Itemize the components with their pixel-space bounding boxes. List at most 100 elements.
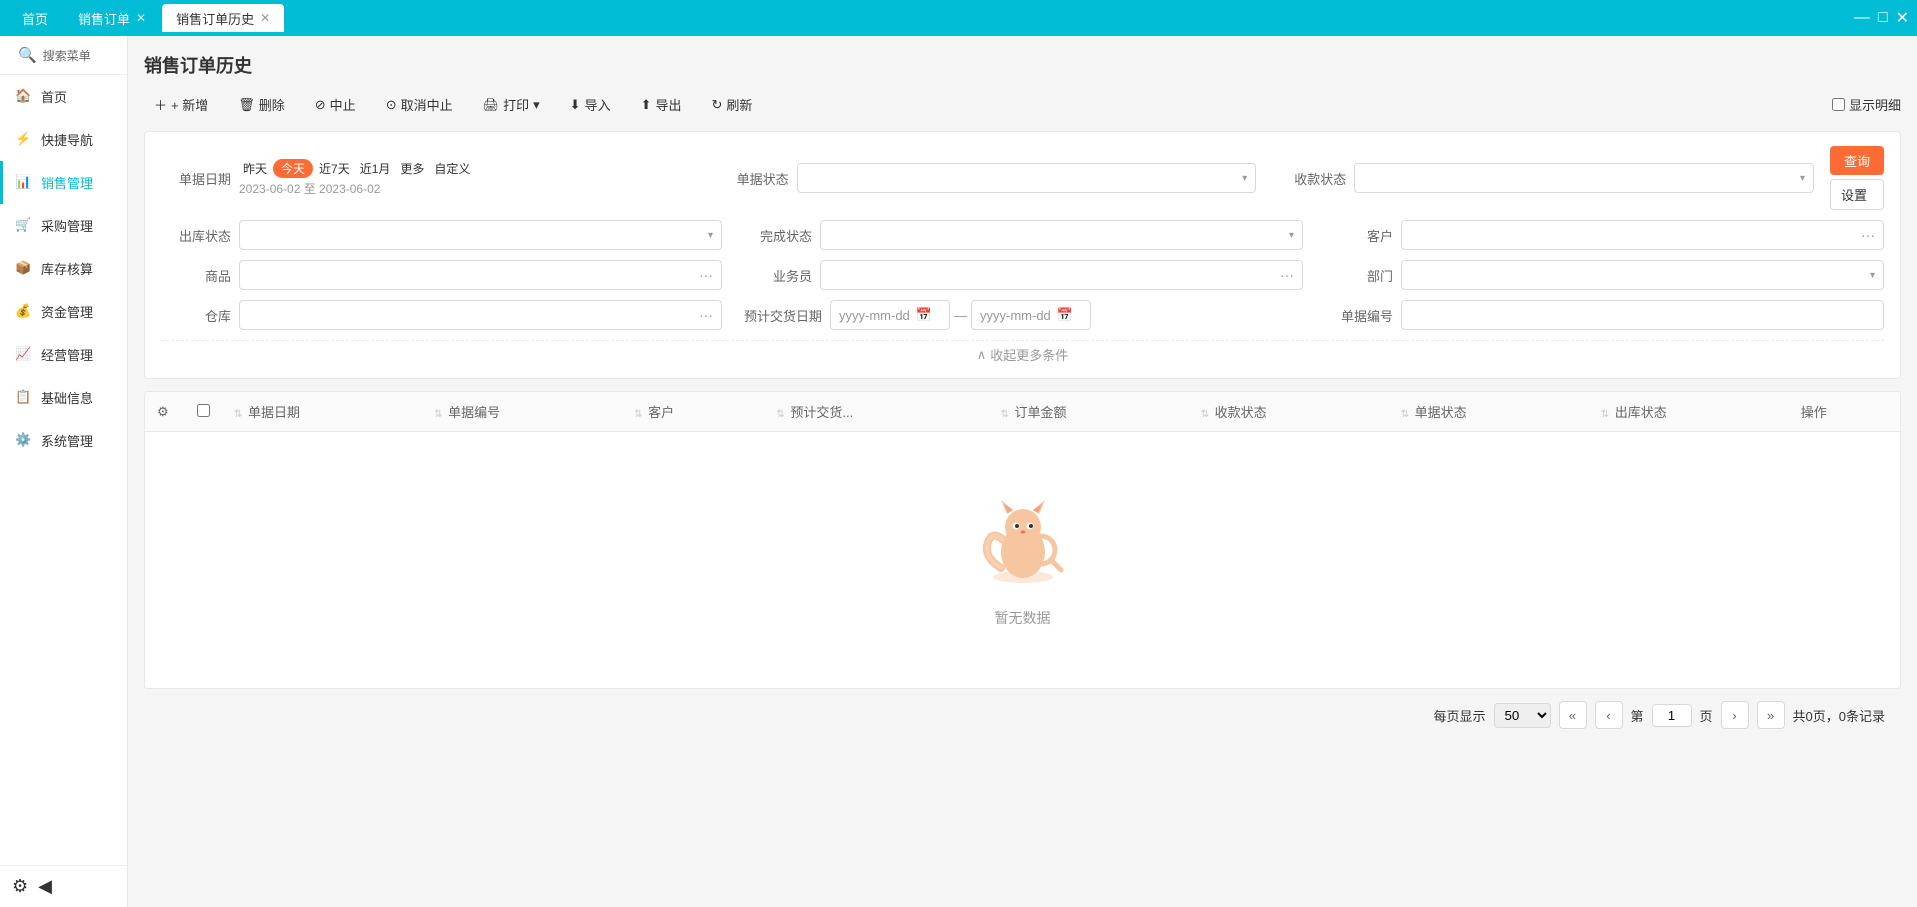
data-table-container: ⚙ ⇅ 单据日期 ⇅ 单据编号 <box>144 391 1901 689</box>
tab-sales-order-history[interactable]: 销售订单历史 ✕ <box>162 4 284 32</box>
display-detail-toggle[interactable]: 显示明细 <box>1832 95 1901 114</box>
collapse-row[interactable]: ∧ 收起更多条件 <box>161 340 1884 364</box>
sort-receipt-icon: ⇅ <box>1201 409 1209 420</box>
date-separator: — <box>954 308 967 323</box>
top-bar: 首页 销售订单 ✕ 销售订单历史 ✕ — □ ✕ <box>0 0 1917 36</box>
out-status-control[interactable]: ▾ <box>239 220 722 250</box>
filter-customer-item: 客户 ··· <box>1323 220 1884 250</box>
stop-button[interactable]: ⊘ 中止 <box>305 90 366 119</box>
complete-status-control[interactable]: ▾ <box>820 220 1303 250</box>
tab-home[interactable]: 首页 <box>8 4 62 32</box>
date-7days[interactable]: 近7天 <box>315 160 354 177</box>
refresh-button[interactable]: ↻ 刷新 <box>702 90 763 119</box>
date-more[interactable]: 更多 <box>396 160 428 177</box>
sidebar-item-purchase[interactable]: 🛒 采购管理 <box>0 204 127 247</box>
th-date[interactable]: ⇅ 单据日期 <box>222 392 422 432</box>
close-tab-sales-order[interactable]: ✕ <box>136 11 146 25</box>
filter-row-4: 仓库 ··· 预计交货日期 yyyy-mm-dd 📅 — yyyy-mm-dd <box>161 300 1884 330</box>
select-all-checkbox[interactable] <box>197 404 210 417</box>
first-page-icon: « <box>1569 708 1576 723</box>
home-icon: 🏠 <box>15 88 33 106</box>
settings-button[interactable]: 设置 <box>1830 179 1884 210</box>
sidebar-search[interactable]: 🔍 搜索菜单 <box>0 36 127 75</box>
bill-status-arrow: ▾ <box>1242 173 1247 184</box>
th-amount[interactable]: ⇅ 订单金额 <box>989 392 1189 432</box>
bill-no-control[interactable] <box>1401 300 1884 330</box>
settings-bottom-icon[interactable]: ⚙ <box>12 876 28 897</box>
maximize-button[interactable]: □ <box>1878 9 1888 27</box>
collapse-sidebar-icon[interactable]: ◀ <box>38 876 52 897</box>
cancel-stop-icon: ⊙ <box>386 97 397 113</box>
minimize-button[interactable]: — <box>1854 9 1870 27</box>
export-button[interactable]: ⬆ 导出 <box>631 90 692 119</box>
th-no[interactable]: ⇅ 单据编号 <box>422 392 622 432</box>
query-button[interactable]: 查询 <box>1830 146 1884 175</box>
expected-date-from[interactable]: yyyy-mm-dd 📅 <box>830 300 950 330</box>
page-number-input[interactable] <box>1652 704 1692 727</box>
cancel-stop-button[interactable]: ⊙ 取消中止 <box>376 90 463 119</box>
tab-sales-order[interactable]: 销售订单 ✕ <box>64 4 160 32</box>
sidebar-item-base[interactable]: 📋 基础信息 <box>0 376 127 419</box>
th-settings[interactable]: ⚙ <box>145 392 185 432</box>
expected-date-to[interactable]: yyyy-mm-dd 📅 <box>971 300 1091 330</box>
prev-page-icon: ‹ <box>1606 708 1610 723</box>
date-today[interactable]: 今天 <box>273 159 313 178</box>
sidebar-item-operations[interactable]: 📈 经营管理 <box>0 333 127 376</box>
page-size-select[interactable]: 50 20 100 <box>1494 703 1551 728</box>
display-detail-checkbox[interactable] <box>1832 98 1845 111</box>
date-label: 单据日期 <box>161 169 231 188</box>
first-page-button[interactable]: « <box>1559 701 1587 729</box>
th-customer[interactable]: ⇅ 客户 <box>622 392 764 432</box>
empty-state: 暂无数据 <box>145 432 1900 688</box>
th-expected[interactable]: ⇅ 预计交货... <box>764 392 988 432</box>
print-button[interactable]: 🖨 打印 ▾ <box>473 90 550 119</box>
sort-expected-icon: ⇅ <box>776 409 784 420</box>
date-yesterday[interactable]: 昨天 <box>239 160 271 177</box>
filter-section: 单据日期 昨天 今天 近7天 近1月 更多 自定义 2023-06-02 至 2… <box>144 131 1901 379</box>
page-title: 销售订单历史 <box>144 52 1901 78</box>
department-control[interactable]: ▾ <box>1401 260 1884 290</box>
new-button[interactable]: ＋ + 新增 <box>144 90 218 119</box>
date-1month[interactable]: 近1月 <box>356 160 395 177</box>
next-page-button[interactable]: › <box>1721 701 1749 729</box>
customer-label: 客户 <box>1323 226 1393 245</box>
filter-warehouse-item: 仓库 ··· <box>161 300 722 330</box>
salesperson-control[interactable]: ··· <box>820 260 1303 290</box>
th-bill-status[interactable]: ⇅ 单据状态 <box>1389 392 1589 432</box>
th-receipt[interactable]: ⇅ 收款状态 <box>1189 392 1389 432</box>
filter-department-item: 部门 ▾ <box>1323 260 1884 290</box>
sidebar-item-inventory[interactable]: 📦 库存核算 <box>0 247 127 290</box>
receipt-status-control[interactable]: ▾ <box>1354 163 1814 193</box>
warehouse-label: 仓库 <box>161 306 231 325</box>
refresh-icon: ↻ <box>712 97 723 113</box>
expected-date-label: 预计交货日期 <box>742 306 822 325</box>
sidebar-item-sales[interactable]: 📊 销售管理 <box>0 161 127 204</box>
filter-row-2: 出库状态 ▾ 完成状态 ▾ 客户 <box>161 220 1884 250</box>
warehouse-control[interactable]: ··· <box>239 300 722 330</box>
delete-button[interactable]: 🗑 删除 <box>228 90 295 119</box>
bill-status-control[interactable]: ▾ <box>797 163 1257 193</box>
sidebar-item-system[interactable]: ⚙️ 系统管理 <box>0 419 127 462</box>
th-checkbox[interactable] <box>185 392 222 432</box>
sidebar-item-quick-nav[interactable]: ⚡ 快捷导航 <box>0 118 127 161</box>
delete-icon: 🗑 <box>238 97 255 113</box>
sidebar-item-finance[interactable]: 💰 资金管理 <box>0 290 127 333</box>
product-control[interactable]: ··· <box>239 260 722 290</box>
operations-icon: 📈 <box>15 346 33 364</box>
purchase-icon: 🛒 <box>15 217 33 235</box>
table-body: 暂无数据 <box>145 432 1900 689</box>
customer-control[interactable]: ··· <box>1401 220 1884 250</box>
close-window-button[interactable]: ✕ <box>1896 8 1909 28</box>
close-tab-sales-order-history[interactable]: ✕ <box>260 11 270 25</box>
calendar-to-icon: 📅 <box>1057 307 1073 323</box>
th-outbound[interactable]: ⇅ 出库状态 <box>1589 392 1789 432</box>
import-button[interactable]: ⬇ 导入 <box>560 90 621 119</box>
last-page-button[interactable]: » <box>1757 701 1785 729</box>
total-info: 共0页，0条记录 <box>1793 706 1885 725</box>
date-range-text: 2023-06-02 至 2023-06-02 <box>239 180 474 197</box>
prev-page-button[interactable]: ‹ <box>1595 701 1623 729</box>
sidebar-item-home[interactable]: 🏠 首页 <box>0 75 127 118</box>
sort-amount-icon: ⇅ <box>1001 409 1009 420</box>
sort-date-icon: ⇅ <box>234 409 242 420</box>
date-custom[interactable]: 自定义 <box>430 160 474 177</box>
